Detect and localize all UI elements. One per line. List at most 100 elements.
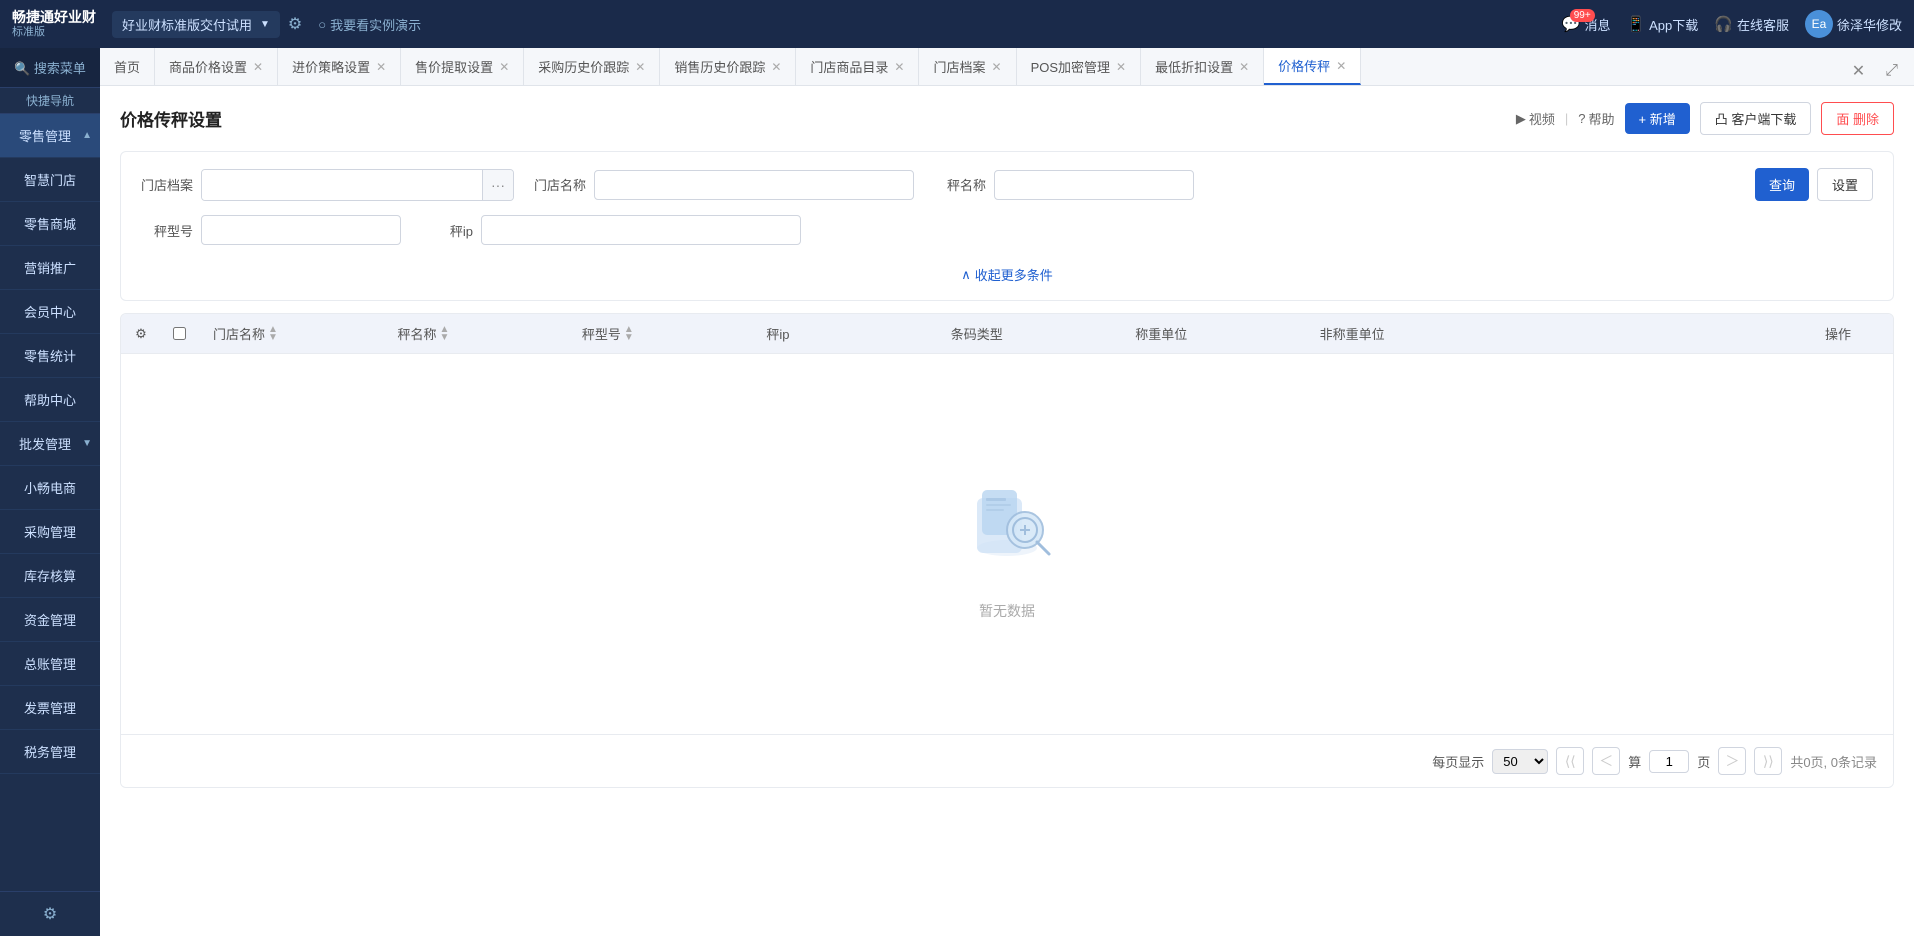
th-weight-unit: 称重单位 (1123, 324, 1307, 343)
sidebar-item-tax[interactable]: 税务管理 (0, 730, 100, 774)
tab-close-icon[interactable]: ✕ (1336, 59, 1346, 73)
tab-purchase-history[interactable]: 采购历史价跟踪 ✕ (524, 48, 660, 85)
per-page-select[interactable]: 20 50 100 200 (1492, 749, 1548, 774)
tab-close-icon[interactable]: ✕ (499, 60, 509, 74)
th-scale-name[interactable]: 秤名称 ▲▼ (385, 324, 569, 343)
tab-close-all-btn[interactable]: ✕ (1844, 57, 1873, 85)
filter-area: 门店档案 ··· 门店名称 秤名称 (120, 151, 1894, 301)
tab-close-icon[interactable]: ✕ (635, 60, 645, 74)
page-prefix: 算 (1628, 752, 1641, 771)
sidebar-item-retail-mall[interactable]: 零售商城 (0, 202, 100, 246)
sidebar-item-finance[interactable]: 资金管理 (0, 598, 100, 642)
sidebar-item-ecommerce[interactable]: 小畅电商 (0, 466, 100, 510)
empty-icon (957, 468, 1057, 587)
tab-close-icon[interactable]: ✕ (1239, 60, 1249, 74)
th-operation: 操作 (1813, 324, 1893, 343)
store-file-btn[interactable]: ··· (482, 170, 513, 200)
sidebar-item-member[interactable]: 会员中心 (0, 290, 100, 334)
download-icon: 📱 (1626, 15, 1645, 33)
filter-store-file-label: 门店档案 (141, 175, 193, 194)
delete-button[interactable]: 面 删除 (1821, 102, 1894, 135)
tab-close-icon[interactable]: ✕ (992, 60, 1002, 74)
tab-store-catalog[interactable]: 门店商品目录 ✕ (796, 48, 919, 85)
th-gear[interactable]: ⚙ (121, 326, 161, 342)
main-layout: 🔍 搜索菜单 快捷导航 零售管理 ▲ 智慧门店 零售商城 营销推广 会员中心 (0, 48, 1914, 936)
tab-min-discount[interactable]: 最低折扣设置 ✕ (1141, 48, 1264, 85)
tab-expand-btn[interactable]: ⤢ (1877, 58, 1906, 84)
video-icon: ▶ (1516, 111, 1526, 127)
sidebar-settings-btn[interactable]: ⚙ (0, 891, 100, 936)
demo-link[interactable]: ○ 我要看实例演示 (318, 15, 421, 34)
store-name-input[interactable] (594, 170, 914, 200)
sidebar-search[interactable]: 🔍 搜索菜单 (0, 48, 100, 88)
help-link[interactable]: ? 帮助 (1578, 109, 1614, 128)
next-page-btn[interactable]: ＞ (1718, 747, 1746, 775)
sidebar-item-retail-mgmt[interactable]: 零售管理 ▲ (0, 114, 100, 158)
tab-goods-price[interactable]: 商品价格设置 ✕ (155, 48, 278, 85)
th-scale-model[interactable]: 秤型号 ▲▼ (570, 324, 754, 343)
query-button[interactable]: 查询 (1755, 168, 1809, 201)
tab-close-icon[interactable]: ✕ (894, 60, 904, 74)
app-download-action[interactable]: 📱 App下载 (1626, 15, 1698, 34)
download-button[interactable]: 凸 客户端下载 (1700, 102, 1812, 135)
tab-selling-price[interactable]: 售价提取设置 ✕ (401, 48, 524, 85)
sidebar-item-retail-stats[interactable]: 零售统计 (0, 334, 100, 378)
tab-price-scale[interactable]: 价格传秤 ✕ (1264, 48, 1361, 85)
video-link[interactable]: ▶ 视频 (1516, 109, 1555, 128)
avatar-text: Ea (1812, 17, 1827, 31)
content-area: 首页 商品价格设置 ✕ 进价策略设置 ✕ 售价提取设置 ✕ 采购历史价跟踪 ✕ (100, 48, 1914, 936)
filter-scale-ip: 秤ip (421, 215, 801, 245)
tab-store-file[interactable]: 门店档案 ✕ (919, 48, 1016, 85)
sidebar-item-invoice[interactable]: 发票管理 (0, 686, 100, 730)
arrow-up-icon: ▲ (82, 130, 92, 141)
scale-model-input[interactable] (201, 215, 401, 245)
sidebar-item-marketing[interactable]: 营销推广 (0, 246, 100, 290)
collapse-button[interactable]: ∧ 收起更多条件 (141, 259, 1873, 290)
sidebar-item-label: 采购管理 (8, 522, 92, 541)
tab-close-icon[interactable]: ✕ (376, 60, 386, 74)
tab-close-icon[interactable]: ✕ (1116, 60, 1126, 74)
sort-icon: ▲▼ (268, 326, 278, 342)
tab-close-icon[interactable]: ✕ (253, 60, 263, 74)
add-button[interactable]: + 新增 (1625, 103, 1690, 134)
message-action[interactable]: 💬 消息 99+ (1562, 15, 1611, 34)
sort-icon: ▲▼ (439, 326, 449, 342)
user-action[interactable]: Ea 徐泽华修改 (1805, 10, 1902, 38)
scale-name-input[interactable] (994, 170, 1194, 200)
sidebar-item-label: 营销推广 (8, 258, 92, 277)
tab-pos-encryption[interactable]: POS加密管理 ✕ (1017, 48, 1142, 85)
prev-page-btn[interactable]: ＜ (1592, 747, 1620, 775)
first-page-btn[interactable]: ⟨⟨ (1556, 747, 1584, 775)
version-selector[interactable]: 好业财标准版交付试用 ▼ (112, 11, 280, 38)
online-service-action[interactable]: 🎧 在线客服 (1714, 15, 1789, 34)
sidebar-item-general-ledger[interactable]: 总账管理 (0, 642, 100, 686)
tab-purchase-strategy[interactable]: 进价策略设置 ✕ (278, 48, 401, 85)
page-number-input[interactable] (1649, 750, 1689, 773)
sidebar-item-inventory[interactable]: 库存核算 (0, 554, 100, 598)
empty-text: 暂无数据 (979, 601, 1035, 621)
top-actions: 💬 消息 99+ 📱 App下载 🎧 在线客服 Ea 徐泽华修改 (1562, 10, 1902, 38)
sidebar-item-label: 批发管理 (8, 434, 82, 453)
sidebar-item-smart-store[interactable]: 智慧门店 (0, 158, 100, 202)
last-page-btn[interactable]: ⟩⟩ (1754, 747, 1782, 775)
empty-state: 暂无数据 (957, 408, 1057, 681)
sidebar-quick-nav[interactable]: 快捷导航 (0, 88, 100, 114)
tab-close-icon[interactable]: ✕ (771, 60, 781, 74)
divider: | (1565, 111, 1568, 126)
store-file-input[interactable] (202, 170, 482, 200)
select-all-checkbox[interactable] (173, 327, 186, 340)
sidebar-item-label: 发票管理 (8, 698, 92, 717)
tab-sales-history[interactable]: 销售历史价跟踪 ✕ (660, 48, 796, 85)
online-service-label: 在线客服 (1737, 15, 1789, 34)
chevron-down-icon: ▼ (260, 19, 270, 30)
settings-filter-button[interactable]: 设置 (1817, 168, 1873, 201)
settings-icon[interactable]: ⚙ (288, 14, 302, 34)
tab-home[interactable]: 首页 (100, 48, 155, 85)
sidebar-item-purchase-mgmt[interactable]: 采购管理 (0, 510, 100, 554)
sidebar-item-help[interactable]: 帮助中心 (0, 378, 100, 422)
sidebar-item-wholesale-mgmt[interactable]: 批发管理 ▼ (0, 422, 100, 466)
page-unit: 页 (1697, 752, 1710, 771)
th-checkbox[interactable] (161, 327, 201, 340)
th-store-name[interactable]: 门店名称 ▲▼ (201, 324, 385, 343)
scale-ip-input[interactable] (481, 215, 801, 245)
